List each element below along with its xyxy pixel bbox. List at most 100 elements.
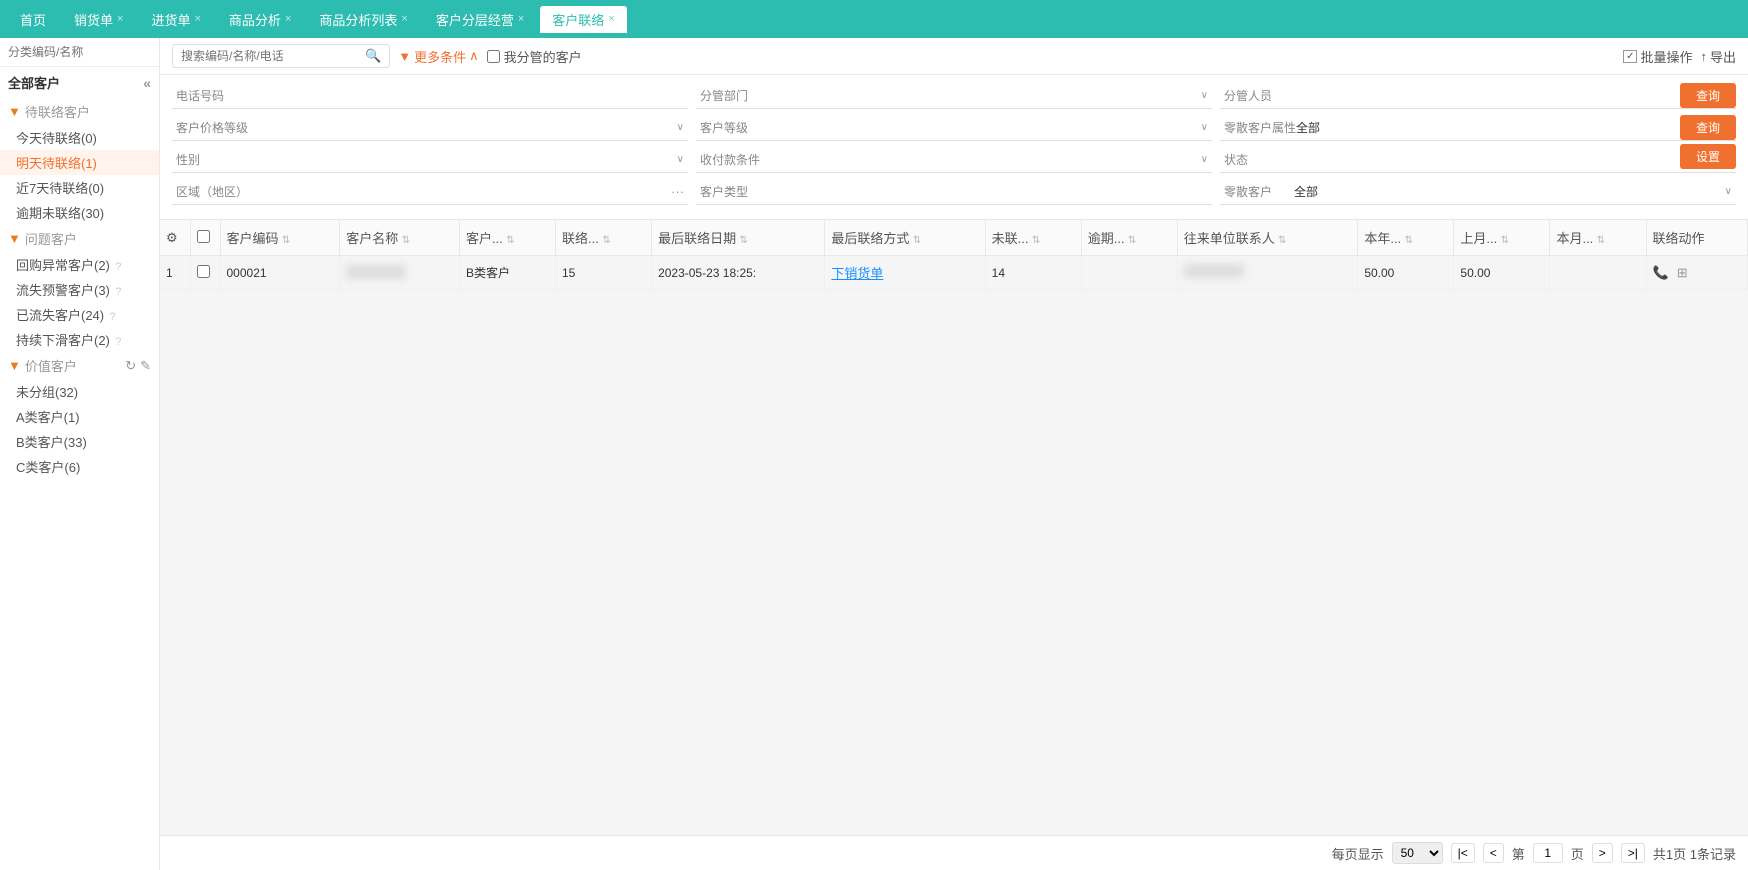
batch-icon: ✓ [1623, 50, 1637, 63]
sort-icon: ⇅ [1501, 235, 1509, 246]
more-icon[interactable]: ··· [671, 184, 684, 199]
my-customers-checkbox-input[interactable] [487, 50, 500, 63]
chevron-down-icon[interactable]: ∨ [1201, 90, 1208, 101]
chevron-down-icon[interactable]: ∨ [1725, 186, 1732, 197]
filter-retail-attr-label: 零散客户属性 [1224, 119, 1296, 136]
filter-retail-attr: 零散客户属性 全部 ∨ [1220, 115, 1736, 141]
td-code: 000021 [220, 256, 340, 290]
nav-home[interactable]: 首页 [8, 6, 58, 33]
th-code[interactable]: 客户编码 ⇅ [220, 220, 340, 256]
th-year-amount[interactable]: 本年... ⇅ [1358, 220, 1454, 256]
grid-icon[interactable]: ⊞ [1677, 265, 1688, 281]
last-page-btn[interactable]: >| [1621, 843, 1645, 863]
close-icon[interactable]: × [194, 13, 200, 25]
sort-icon: ⇅ [506, 235, 514, 246]
customer-name[interactable]: Ea [346, 265, 406, 279]
filter-level-label: 客户等级 [700, 119, 770, 136]
th-contact-person[interactable]: 往来单位联系人 ⇅ [1177, 220, 1358, 256]
chevron-down-icon[interactable]: ∨ [677, 122, 684, 133]
prev-page-btn[interactable]: < [1483, 843, 1504, 863]
all-customers-header[interactable]: 全部客户 « [0, 67, 159, 98]
customer-table: ⚙ 客户编码 ⇅ 客户名称 ⇅ [160, 220, 1748, 290]
sidebar-item-tomorrow[interactable]: 明天待联络(1) [0, 150, 159, 175]
sort-icon: ⇅ [402, 235, 410, 246]
more-conditions-btn[interactable]: ▼ 更多条件 ∧ [398, 47, 478, 66]
phone-icon[interactable]: 📞 [1653, 265, 1669, 281]
td-uncontacted: 14 [985, 256, 1081, 290]
sidebar-item-class-b[interactable]: B类客户(33) [0, 429, 159, 454]
sort-icon: ⇅ [1405, 235, 1413, 246]
search-input[interactable] [181, 49, 361, 63]
sidebar-item-today[interactable]: 今天待联络(0) [0, 125, 159, 150]
close-icon[interactable]: × [608, 13, 614, 25]
td-contact-count: 15 [556, 256, 652, 290]
close-icon[interactable]: × [117, 13, 123, 25]
search-icon[interactable]: 🔍 [365, 48, 381, 64]
my-customers-checkbox[interactable]: 我分管的客户 [487, 47, 582, 66]
th-last-contact-date[interactable]: 最后联络日期 ⇅ [652, 220, 825, 256]
nav-customer-tier[interactable]: 客户分层经营 × [424, 6, 536, 33]
filter-dept-label: 分管部门 [700, 87, 770, 104]
sidebar-item-declining[interactable]: 持续下滑客户(2) ? [0, 327, 159, 352]
setting-button[interactable]: 设置 [1680, 144, 1736, 169]
page-unit: 页 [1571, 844, 1584, 863]
next-page-btn[interactable]: > [1592, 843, 1613, 863]
first-page-btn[interactable]: |< [1451, 843, 1475, 863]
page-number-input[interactable] [1533, 843, 1563, 863]
toolbar: 🔍 ▼ 更多条件 ∧ 我分管的客户 ✓ 批量操作 ↑ 导出 [160, 38, 1748, 75]
query-btn[interactable]: 查询 [1680, 83, 1736, 108]
sidebar-search-input[interactable] [8, 45, 160, 59]
filter-panel: 电话号码 分管部门 ∨ 分管人员 ··· 查询 [160, 75, 1748, 220]
nav-purchase[interactable]: 进货单 × [139, 6, 212, 33]
sidebar-item-ungroup[interactable]: 未分组(32) [0, 379, 159, 404]
sidebar-item-churn-warning[interactable]: 流失预警客户(3) ? [0, 277, 159, 302]
sidebar-item-class-c[interactable]: C类客户(6) [0, 454, 159, 479]
close-icon[interactable]: × [401, 13, 407, 25]
th-type[interactable]: 客户... ⇅ [459, 220, 555, 256]
filter-row-1: 电话号码 分管部门 ∨ 分管人员 ··· 查询 [172, 83, 1736, 109]
nav-sales[interactable]: 销货单 × [62, 6, 135, 33]
table-header-row: ⚙ 客户编码 ⇅ 客户名称 ⇅ [160, 220, 1748, 256]
th-contact-count[interactable]: 联络... ⇅ [556, 220, 652, 256]
all-customers-label: 全部客户 [8, 73, 60, 92]
query-button[interactable]: 查询 [1680, 115, 1736, 140]
close-icon[interactable]: × [518, 13, 524, 25]
table-wrapper: ⚙ 客户编码 ⇅ 客户名称 ⇅ [160, 220, 1748, 835]
th-last-month-amount[interactable]: 上月... ⇅ [1454, 220, 1550, 256]
th-last-contact-method[interactable]: 最后联络方式 ⇅ [825, 220, 985, 256]
last-contact-method-link[interactable]: 下销货单 [831, 266, 883, 281]
sidebar-item-repurchase-abnormal[interactable]: 回购异常客户(2) ? [0, 252, 159, 277]
total-records-label: 共1页 1条记录 [1653, 844, 1736, 863]
collapse-icon[interactable]: « [143, 75, 151, 91]
td-last-contact-method: 下销货单 [825, 256, 985, 290]
sidebar-item-week7[interactable]: 近7天待联络(0) [0, 175, 159, 200]
th-name[interactable]: 客户名称 ⇅ [340, 220, 460, 256]
edit-icon[interactable]: ✎ [140, 358, 151, 374]
sidebar-item-churned[interactable]: 已流失客户(24) ? [0, 302, 159, 327]
table-body: 1 000021 Ea B类客户 15 2023-05-23 18:25: 下销… [160, 256, 1748, 290]
td-contact-person [1177, 256, 1358, 290]
filter-price-level: 客户价格等级 ∨ [172, 115, 688, 141]
nav-product-analysis-list[interactable]: 商品分析列表 × [307, 6, 419, 33]
export-btn[interactable]: ↑ 导出 [1700, 47, 1736, 66]
th-uncontacted[interactable]: 未联... ⇅ [985, 220, 1081, 256]
sidebar-item-class-a[interactable]: A类客户(1) [0, 404, 159, 429]
refresh-icon[interactable]: ↻ [125, 358, 136, 374]
sidebar-item-overdue[interactable]: 逾期未联络(30) [0, 200, 159, 225]
problem-section-label: ▼ 问题客户 [0, 225, 159, 252]
close-icon[interactable]: × [285, 13, 291, 25]
chevron-down-icon[interactable]: ∨ [1201, 122, 1208, 133]
action-icons: 📞 ⊞ [1653, 265, 1741, 281]
batch-operation-btn[interactable]: ✓ 批量操作 [1623, 47, 1692, 66]
chevron-down-icon[interactable]: ∨ [677, 154, 684, 165]
settings-icon[interactable]: ⚙ [166, 230, 178, 245]
row-checkbox[interactable] [197, 265, 210, 278]
nav-product-analysis[interactable]: 商品分析 × [217, 6, 303, 33]
th-month-amount[interactable]: 本月... ⇅ [1550, 220, 1646, 256]
nav-customer-contact[interactable]: 客户联络 × [540, 6, 626, 33]
per-page-select[interactable]: 50 100 200 [1392, 842, 1443, 864]
select-all-checkbox[interactable] [197, 230, 210, 243]
th-overdue[interactable]: 逾期... ⇅ [1081, 220, 1177, 256]
td-overdue [1081, 256, 1177, 290]
chevron-down-icon[interactable]: ∨ [1201, 154, 1208, 165]
